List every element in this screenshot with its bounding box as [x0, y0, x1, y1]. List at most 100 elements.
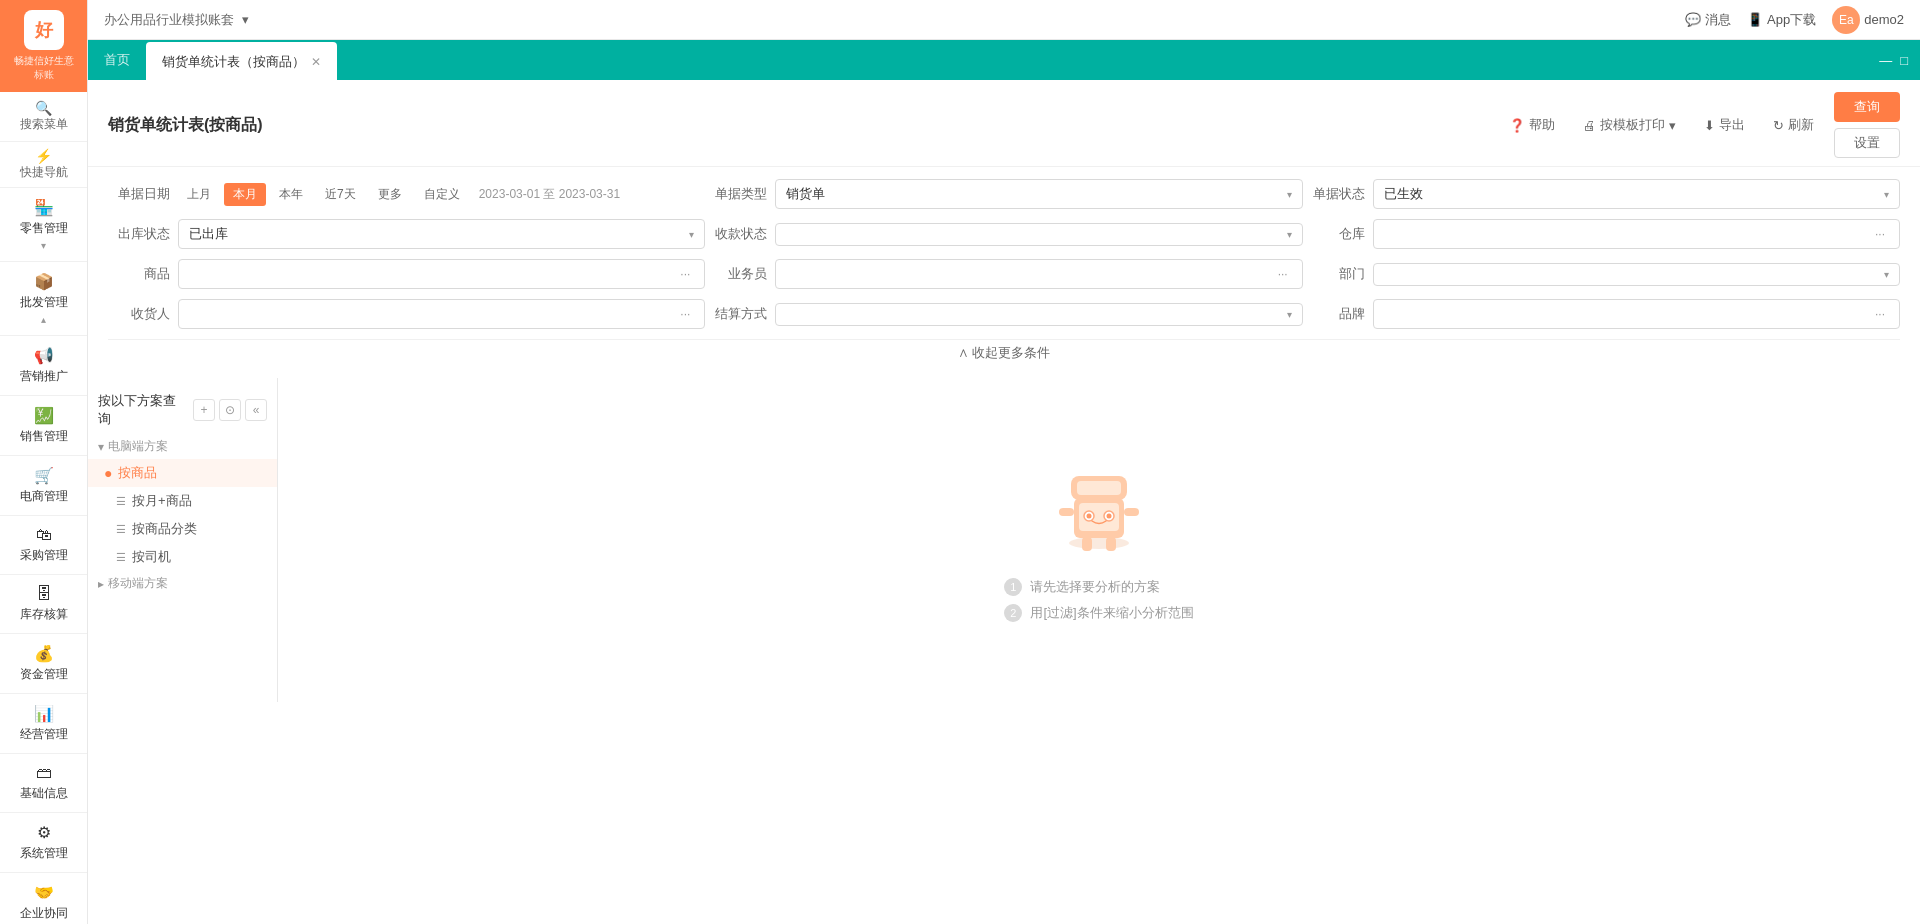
help-label: 帮助 [1529, 116, 1555, 134]
list-icon2: ☰ [116, 523, 126, 536]
recipient-input[interactable]: ··· [178, 299, 705, 329]
recipient-label: 收货人 [108, 305, 178, 323]
inventory-icon: 🗄 [36, 585, 52, 603]
settle-select[interactable]: ▾ [775, 303, 1302, 326]
user-profile[interactable]: Ea demo2 [1832, 6, 1904, 34]
print-btn[interactable]: 🖨 按模板打印 ▾ [1575, 112, 1684, 138]
active-tab-label: 销货单统计表（按商品） [162, 53, 305, 71]
goods-more[interactable]: ··· [676, 265, 694, 283]
sidebar-item-enterprise[interactable]: 🤝 企业协同 [0, 873, 87, 924]
enterprise-icon: 🤝 [34, 883, 54, 902]
salesman-more[interactable]: ··· [1274, 265, 1292, 283]
sidebar: 好 畅捷信好生意 标账 🔍 搜索菜单 ⚡ 快捷导航 🏪 零售管理 ▾ 📦 批发管… [0, 0, 88, 924]
sidebar-item-wholesale[interactable]: 📦 批发管理 ▴ [0, 262, 87, 336]
warehouse-more[interactable]: ··· [1871, 225, 1889, 243]
tab-close-btn[interactable]: ✕ [311, 55, 321, 69]
out-status-select[interactable]: 已出库 ▾ [178, 219, 705, 249]
empty-steps: 1 请先选择要分析的方案 2 用[过滤]条件来缩小分析范围 [1004, 578, 1193, 622]
sidebar-item-ecommerce[interactable]: 🛒 电商管理 [0, 456, 87, 516]
status-select[interactable]: 已生效 ▾ [1373, 179, 1900, 209]
dept-control: ▾ [1373, 263, 1900, 286]
tree-item-goods-category[interactable]: ☰ 按商品分类 [88, 515, 277, 543]
tree-item-month-goods[interactable]: ☰ 按月+商品 [88, 487, 277, 515]
recipient-control: ··· [178, 299, 705, 329]
svg-point-5 [1087, 514, 1092, 519]
sidebar-item-inventory[interactable]: 🗄 库存核算 [0, 575, 87, 634]
collapse-btn[interactable]: ∧ 收起更多条件 [108, 339, 1900, 366]
tab-sales-stats[interactable]: 销货单统计表（按商品） ✕ [146, 42, 337, 82]
goods-control: ··· [178, 259, 705, 289]
left-panel-header: 按以下方案查询 + ⊙ « [88, 386, 277, 434]
brand-input[interactable]: ··· [1373, 299, 1900, 329]
help-btn[interactable]: ❓ 帮助 [1501, 112, 1563, 138]
sidebar-item-marketing[interactable]: 📢 营销推广 [0, 336, 87, 396]
settle-control: ▾ [775, 303, 1302, 326]
edit-scheme-btn[interactable]: ⊙ [219, 399, 241, 421]
date-last-month[interactable]: 上月 [178, 183, 220, 206]
sales-icon: 💹 [34, 406, 54, 425]
query-setting-group: 查询 设置 [1834, 92, 1900, 158]
add-scheme-btn[interactable]: + [193, 399, 215, 421]
status-label: 单据状态 [1303, 185, 1373, 203]
sidebar-item-sales[interactable]: 💹 销售管理 [0, 396, 87, 456]
date-7days[interactable]: 近7天 [316, 183, 365, 206]
message-label: 消息 [1705, 11, 1731, 29]
tree-section-mobile: ▸ 移动端方案 [88, 571, 277, 596]
sidebar-item-finance[interactable]: 💰 资金管理 [0, 634, 87, 694]
tab-home[interactable]: 首页 [88, 40, 146, 80]
query-btn[interactable]: 查询 [1834, 92, 1900, 122]
out-status-value: 已出库 [189, 225, 228, 243]
message-btn[interactable]: 💬 消息 [1685, 11, 1731, 29]
collapse-panel-btn[interactable]: « [245, 399, 267, 421]
doc-type-select[interactable]: 销货单 ▾ [775, 179, 1302, 209]
retail-icon: 🏪 [34, 198, 54, 217]
sidebar-item-basic[interactable]: 🗃 基础信息 [0, 754, 87, 813]
export-btn[interactable]: ⬇ 导出 [1696, 112, 1753, 138]
brand-control: ··· [1373, 299, 1900, 329]
date-custom[interactable]: 自定义 [415, 183, 469, 206]
home-tab-label: 首页 [104, 51, 130, 69]
recipient-more[interactable]: ··· [676, 305, 694, 323]
dept-select[interactable]: ▾ [1373, 263, 1900, 286]
settings-btn[interactable]: 设置 [1834, 128, 1900, 158]
brand-more[interactable]: ··· [1871, 305, 1889, 323]
search-menu[interactable]: 🔍 搜索菜单 [0, 92, 87, 142]
logo-sub: 畅捷信好生意 [14, 54, 74, 68]
salesman-input[interactable]: ··· [775, 259, 1302, 289]
operation-icon: 📊 [34, 704, 54, 723]
warehouse-input[interactable]: ··· [1373, 219, 1900, 249]
date-this-month[interactable]: 本月 [224, 183, 266, 206]
sidebar-item-retail[interactable]: 🏪 零售管理 ▾ [0, 188, 87, 262]
main-area: 办公用品行业模拟账套 ▾ 💬 消息 📱 App下载 Ea demo2 首页 [88, 0, 1920, 924]
sidebar-item-system[interactable]: ⚙ 系统管理 [0, 813, 87, 873]
empty-step-2: 2 用[过滤]条件来缩小分析范围 [1004, 604, 1193, 622]
sidebar-item-operation[interactable]: 📊 经营管理 [0, 694, 87, 754]
page-actions: ❓ 帮助 🖨 按模板打印 ▾ ⬇ 导出 ↻ 刷新 [1501, 92, 1900, 158]
empty-state: 1 请先选择要分析的方案 2 用[过滤]条件来缩小分析范围 [278, 378, 1920, 702]
expand-icon2: ▸ [98, 577, 104, 591]
export-label: 导出 [1719, 116, 1745, 134]
window-minimize-btn[interactable]: — [1879, 53, 1892, 68]
settle-chevron: ▾ [1287, 309, 1292, 320]
goods-input[interactable]: ··· [178, 259, 705, 289]
quick-nav[interactable]: ⚡ 快捷导航 [0, 142, 87, 188]
refresh-label: 刷新 [1788, 116, 1814, 134]
refresh-btn[interactable]: ↻ 刷新 [1765, 112, 1822, 138]
logo-text: 标账 [34, 68, 54, 82]
window-maximize-btn[interactable]: □ [1900, 53, 1908, 68]
tree-item-driver[interactable]: ☰ 按司机 [88, 543, 277, 571]
collect-status-select[interactable]: ▾ [775, 223, 1302, 246]
date-more[interactable]: 更多 [369, 183, 411, 206]
topbar-right: 💬 消息 📱 App下载 Ea demo2 [1685, 6, 1904, 34]
item-label: 按月+商品 [132, 492, 192, 510]
out-status-label: 出库状态 [108, 225, 178, 243]
tree-item-by-goods[interactable]: ● 按商品 [88, 459, 277, 487]
left-panel-icons: + ⊙ « [193, 399, 267, 421]
doc-type-value: 销货单 [786, 185, 825, 203]
item-label: 按司机 [132, 548, 171, 566]
app-download-btn[interactable]: 📱 App下载 [1747, 11, 1816, 29]
svg-rect-10 [1124, 508, 1139, 516]
date-this-year[interactable]: 本年 [270, 183, 312, 206]
sidebar-item-purchase[interactable]: 🛍 采购管理 [0, 516, 87, 575]
marketing-icon: 📢 [34, 346, 54, 365]
